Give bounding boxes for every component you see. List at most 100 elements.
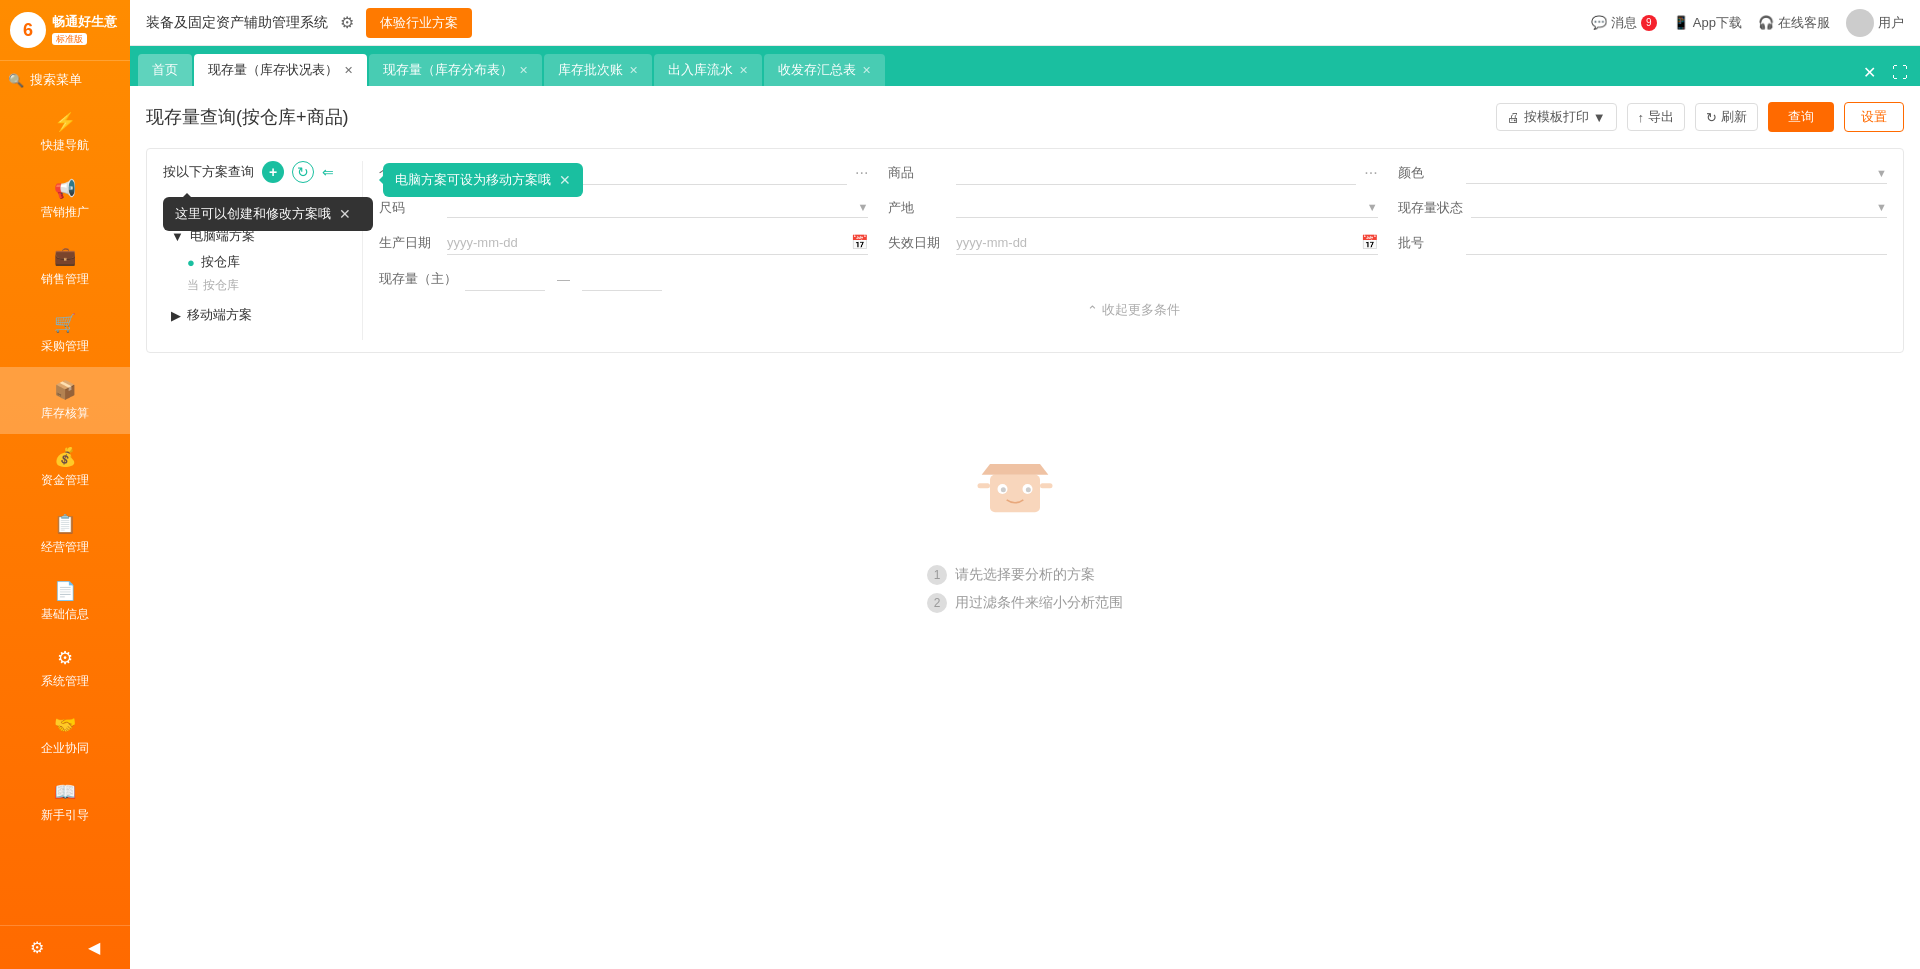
hint-num-2: 2 bbox=[927, 593, 947, 613]
sidebar-item-marketing[interactable]: 📢 营销推广 bbox=[0, 166, 130, 233]
basic-icon: 📄 bbox=[54, 580, 76, 602]
svg-rect-7 bbox=[1040, 483, 1053, 488]
export-button[interactable]: ↑ 导出 bbox=[1627, 103, 1686, 131]
add-scheme-button[interactable]: + bbox=[262, 161, 284, 183]
filter-color-row: 颜色 ▼ bbox=[1398, 161, 1887, 185]
page-header: 现存量查询(按仓库+商品) 🖨 按模板打印 ▼ ↑ 导出 ↻ 刷新 查询 设置 bbox=[146, 102, 1904, 132]
filter-size-row: 尺码 ▼ bbox=[379, 197, 868, 218]
current-text: 当 bbox=[187, 277, 199, 294]
warehouse-more-icon[interactable]: ··· bbox=[855, 164, 868, 182]
filter-stock-qty-row: 现存量（主） — bbox=[379, 267, 868, 291]
system-label: 系统管理 bbox=[41, 673, 89, 690]
tab-close-all-button[interactable]: ✕ bbox=[1859, 59, 1880, 86]
collapse-bar[interactable]: ⌃ 收起更多条件 bbox=[379, 291, 1887, 329]
page-title: 现存量查询(按仓库+商品) bbox=[146, 105, 349, 129]
expiry-date-start-placeholder: yyyy-mm-dd bbox=[956, 235, 1027, 250]
sidebar-item-system[interactable]: ⚙ 系统管理 bbox=[0, 635, 130, 702]
sidebar-item-enterprise[interactable]: 🤝 企业协同 bbox=[0, 702, 130, 769]
svg-point-5 bbox=[1026, 487, 1031, 492]
print-dropdown-icon: ▼ bbox=[1593, 110, 1606, 125]
origin-label: 产地 bbox=[888, 199, 948, 217]
guide-label: 新手引导 bbox=[41, 807, 89, 824]
tab-inventory-dist-close[interactable]: ✕ bbox=[519, 64, 528, 77]
goods-more-icon[interactable]: ··· bbox=[1364, 164, 1377, 182]
tab-in-out-flow[interactable]: 出入库流水 ✕ bbox=[654, 54, 762, 86]
sidebar-item-quick[interactable]: ⚡ 快捷导航 bbox=[0, 99, 130, 166]
prod-date-start-placeholder: yyyy-mm-dd bbox=[447, 235, 518, 250]
refresh-icon: ↻ bbox=[1706, 110, 1717, 125]
online-support-action[interactable]: 🎧 在线客服 bbox=[1758, 14, 1830, 32]
scheme-warehouse[interactable]: ● 按仓库 bbox=[163, 249, 350, 275]
topbar-left: 装备及固定资产辅助管理系统 ⚙ 体验行业方案 bbox=[146, 8, 472, 38]
prod-date-start-input[interactable]: yyyy-mm-dd 📅 bbox=[447, 230, 868, 255]
tab-flow-close[interactable]: ✕ bbox=[739, 64, 748, 77]
marketing-icon: 📢 bbox=[54, 178, 76, 200]
sidebar-item-finance[interactable]: 💰 资金管理 bbox=[0, 434, 130, 501]
tab-fullscreen-button[interactable]: ⛶ bbox=[1888, 60, 1912, 86]
sidebar-item-purchase[interactable]: 🛒 采购管理 bbox=[0, 300, 130, 367]
size-dropdown-icon: ▼ bbox=[857, 201, 868, 213]
topbar: 装备及固定资产辅助管理系统 ⚙ 体验行业方案 💬 消息 9 📱 App下载 🎧 … bbox=[130, 0, 1920, 46]
refresh-button[interactable]: ↻ 刷新 bbox=[1695, 103, 1758, 131]
filter-stock-status-row: 现存量状态 ▼ bbox=[1398, 197, 1887, 218]
user-avatar bbox=[1846, 9, 1874, 37]
query-button[interactable]: 查询 bbox=[1768, 102, 1834, 132]
inventory-label: 库存核算 bbox=[41, 405, 89, 422]
app-download-label: App下载 bbox=[1693, 14, 1742, 32]
print-button[interactable]: 🖨 按模板打印 ▼ bbox=[1496, 103, 1617, 131]
tooltip1-text: 电脑方案可设为移动方案哦 bbox=[395, 171, 551, 189]
sidebar-item-operations[interactable]: 📋 经营管理 bbox=[0, 501, 130, 568]
goods-input[interactable] bbox=[956, 161, 1356, 185]
tabbar: 首页 现存量（库存状况表） ✕ 现存量（库存分布表） ✕ 库存批次账 ✕ 出入库… bbox=[130, 46, 1920, 86]
sidebar-bottom: ⚙ ◀ bbox=[0, 925, 130, 969]
sidebar-item-guide[interactable]: 📖 新手引导 bbox=[0, 769, 130, 836]
print-label: 按模板打印 bbox=[1524, 108, 1589, 126]
color-select[interactable]: ▼ bbox=[1466, 163, 1887, 184]
scheme-mobile[interactable]: ▶ 移动端方案 bbox=[163, 302, 350, 328]
sidebar-search[interactable]: 🔍 搜索菜单 bbox=[0, 61, 130, 99]
app-download-action[interactable]: 📱 App下载 bbox=[1673, 14, 1742, 32]
tab-inventory-status-close[interactable]: ✕ bbox=[344, 64, 353, 77]
settings-button[interactable]: ⚙ bbox=[30, 938, 44, 957]
tooltip1-close[interactable]: ✕ bbox=[559, 172, 571, 188]
setup-button[interactable]: 设置 bbox=[1844, 102, 1904, 132]
main-content: 现存量查询(按仓库+商品) 🖨 按模板打印 ▼ ↑ 导出 ↻ 刷新 查询 设置 bbox=[130, 86, 1920, 969]
industry-button[interactable]: 体验行业方案 bbox=[366, 8, 472, 38]
filter-grid: 仓库 ··· 商品 ··· 颜色 ▼ bbox=[379, 161, 1887, 291]
sidebar-item-sales[interactable]: 💼 销售管理 bbox=[0, 233, 130, 300]
tab-receive-summary[interactable]: 收发存汇总表 ✕ bbox=[764, 54, 885, 86]
tab-inventory-dist[interactable]: 现存量（库存分布表） ✕ bbox=[369, 54, 542, 86]
empty-hint-2: 2 用过滤条件来缩小分析范围 bbox=[927, 593, 1123, 613]
tab-receive-close[interactable]: ✕ bbox=[862, 64, 871, 77]
sidebar-item-inventory[interactable]: 📦 库存核算 bbox=[0, 367, 130, 434]
search-label: 搜索菜单 bbox=[30, 71, 82, 89]
tooltip2-close[interactable]: ✕ bbox=[339, 206, 351, 222]
quick-icon: ⚡ bbox=[54, 111, 76, 133]
size-select[interactable]: ▼ bbox=[447, 197, 868, 218]
tab-home[interactable]: 首页 bbox=[138, 54, 192, 86]
stock-qty-to-input[interactable] bbox=[582, 267, 662, 291]
tab-batch-accounts[interactable]: 库存批次账 ✕ bbox=[544, 54, 652, 86]
expiry-date-start-input[interactable]: yyyy-mm-dd 📅 bbox=[956, 230, 1377, 255]
stock-qty-from-input[interactable] bbox=[465, 267, 545, 291]
logo-title: 畅通好生意 bbox=[52, 14, 117, 31]
empty-illustration bbox=[965, 429, 1085, 549]
origin-select[interactable]: ▼ bbox=[956, 197, 1377, 218]
warehouse-scheme-icon: ● bbox=[187, 255, 195, 270]
user-action[interactable]: 用户 bbox=[1846, 9, 1904, 37]
search-icon: 🔍 bbox=[8, 73, 24, 88]
message-action[interactable]: 💬 消息 9 bbox=[1591, 14, 1657, 32]
stock-status-select[interactable]: ▼ bbox=[1471, 197, 1887, 218]
sidebar-item-basic[interactable]: 📄 基础信息 bbox=[0, 568, 130, 635]
arrow-button[interactable]: ⇐ bbox=[322, 164, 334, 180]
tab-inventory-status[interactable]: 现存量（库存状况表） ✕ bbox=[194, 54, 367, 86]
print-icon: 🖨 bbox=[1507, 110, 1520, 125]
message-label: 消息 bbox=[1611, 14, 1637, 32]
prod-date-start-calendar-icon: 📅 bbox=[851, 234, 868, 250]
refresh-label: 刷新 bbox=[1721, 108, 1747, 126]
refresh-scheme-button[interactable]: ↻ bbox=[292, 161, 314, 183]
settings-icon[interactable]: ⚙ bbox=[340, 13, 354, 32]
tab-batch-close[interactable]: ✕ bbox=[629, 64, 638, 77]
collapse-button[interactable]: ◀ bbox=[88, 938, 100, 957]
batch-input[interactable] bbox=[1466, 231, 1887, 255]
